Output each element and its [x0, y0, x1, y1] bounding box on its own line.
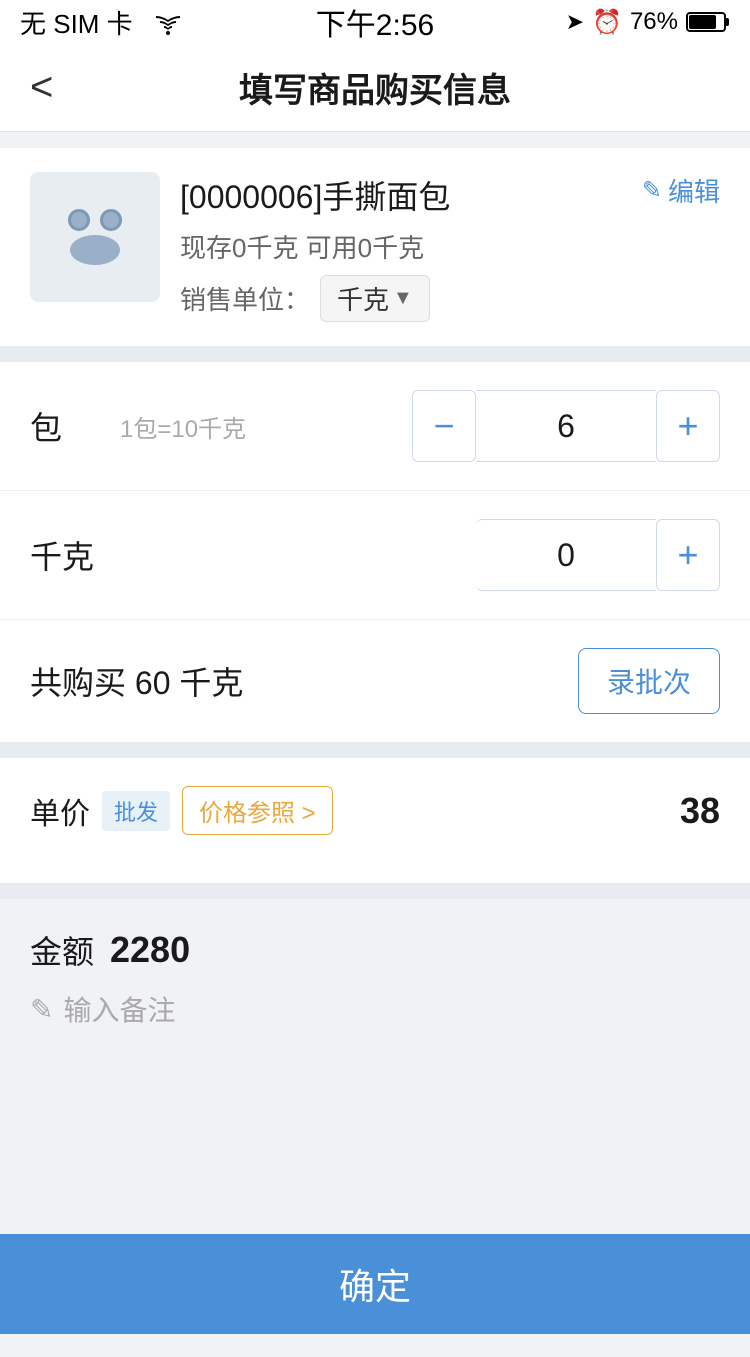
quantity-section: 包 1包=10千克 − + 千克 + 共购买 60 千克 录批次: [0, 362, 750, 742]
amount-label: 金额: [30, 927, 94, 973]
product-logo: [68, 209, 122, 265]
nav-bar: < 填写商品购买信息: [0, 44, 750, 132]
carrier-text: 无 SIM 卡: [20, 4, 182, 41]
section-divider-3: [0, 883, 750, 899]
bao-hint: 1包=10千克: [120, 409, 412, 444]
product-card: [0000006]手撕面包 现存0千克 可用0千克 销售单位： 千克 ▼ ✎ 编…: [0, 148, 750, 346]
edit-button[interactable]: ✎ 编辑: [642, 172, 720, 209]
section-divider-2: [0, 742, 750, 758]
amount-section: 金额 2280 ✎ 输入备注: [0, 899, 750, 1057]
status-right: ➤ ⏰ 76%: [566, 8, 730, 37]
bao-increment-button[interactable]: +: [656, 390, 720, 462]
unit-value: 千克: [337, 280, 389, 317]
kg-quantity-control: +: [476, 519, 720, 591]
product-info: [0000006]手撕面包 现存0千克 可用0千克 销售单位： 千克 ▼: [180, 172, 720, 322]
record-batch-button[interactable]: 录批次: [578, 648, 720, 714]
product-image: [30, 172, 160, 302]
section-divider-1: [0, 346, 750, 362]
price-label: 单价: [30, 789, 90, 833]
amount-value: 2280: [110, 929, 190, 971]
product-stock: 现存0千克 可用0千克: [180, 228, 720, 265]
remark-placeholder: 输入备注: [63, 989, 175, 1029]
kg-increment-button[interactable]: +: [656, 519, 720, 591]
owl-eye-right: [100, 209, 122, 231]
quantity-kg-row: 千克 +: [0, 491, 750, 620]
owl-eye-left: [68, 209, 90, 231]
owl-body: [70, 235, 120, 265]
bao-label: 包: [30, 403, 110, 449]
price-section: 单价 批发 价格参照 > 38: [0, 758, 750, 883]
product-unit-row: 销售单位： 千克 ▼: [180, 275, 720, 322]
page-title: 填写商品购买信息: [239, 63, 511, 112]
location-icon: ➤: [566, 9, 584, 35]
edit-icon: ✎: [642, 176, 662, 205]
price-value: 38: [680, 790, 720, 832]
quantity-bao-row: 包 1包=10千克 − +: [0, 362, 750, 491]
price-row: 单价 批发 价格参照 > 38: [30, 786, 720, 835]
confirm-bar[interactable]: 确定: [0, 1234, 750, 1334]
bao-quantity-control: − +: [412, 390, 720, 462]
unit-label: 销售单位：: [180, 280, 310, 317]
confirm-button-label: 确定: [339, 1258, 411, 1310]
price-type-badge: 批发: [102, 791, 170, 831]
back-button[interactable]: <: [30, 65, 53, 110]
kg-quantity-input[interactable]: [476, 519, 656, 591]
bao-decrement-button[interactable]: −: [412, 390, 476, 462]
price-ref-button[interactable]: 价格参照 >: [182, 786, 333, 835]
battery-icon: [686, 11, 730, 33]
product-name: [0000006]手撕面包: [180, 172, 720, 218]
status-bar: 无 SIM 卡 下午2:56 ➤ ⏰ 76%: [0, 0, 750, 44]
remark-edit-icon: ✎: [30, 993, 53, 1026]
battery-text: 76%: [630, 8, 678, 36]
amount-row: 金额 2280: [30, 927, 720, 973]
unit-badge[interactable]: 千克 ▼: [320, 275, 430, 322]
remark-row[interactable]: ✎ 输入备注: [30, 989, 720, 1029]
status-time: 下午2:56: [316, 0, 434, 44]
edit-label: 编辑: [668, 172, 720, 209]
total-row: 共购买 60 千克 录批次: [0, 620, 750, 742]
bao-quantity-input[interactable]: [476, 390, 656, 462]
alarm-icon: ⏰: [592, 8, 622, 37]
kg-label: 千克: [30, 532, 110, 578]
unit-dropdown-arrow: ▼: [393, 287, 413, 310]
total-text: 共购买 60 千克: [30, 658, 243, 704]
price-label-group: 单价 批发 价格参照 >: [30, 786, 333, 835]
